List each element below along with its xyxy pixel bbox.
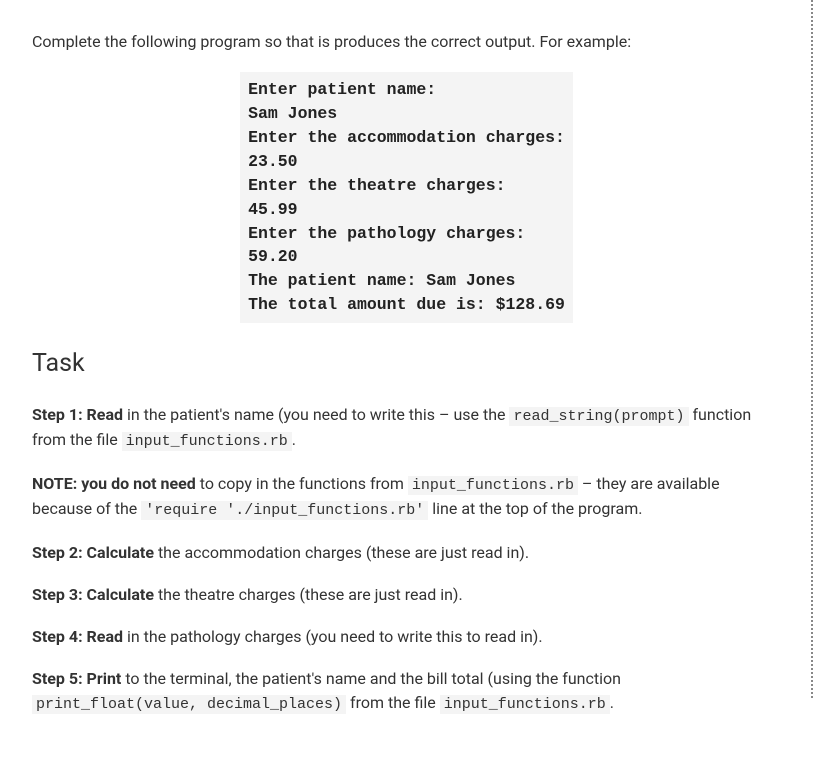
- step-2-text: the accommodation charges (these are jus…: [154, 543, 529, 562]
- note-label: NOTE: you do not need: [32, 474, 196, 493]
- step-5: Step 5: Print to the terminal, the patie…: [32, 667, 781, 717]
- step-1: Step 1: Read in the patient's name (you …: [32, 403, 781, 454]
- note-code-2: 'require './input_functions.rb': [141, 501, 428, 520]
- step-2-label: Step 2: Calculate: [32, 543, 154, 562]
- step-2: Step 2: Calculate the accommodation char…: [32, 541, 781, 565]
- step-4-text: in the pathology charges (you need to wr…: [123, 627, 543, 646]
- step-1-text-before: in the patient's name (you need to write…: [123, 405, 509, 424]
- step-1-code-2: input_functions.rb: [122, 432, 292, 451]
- step-1-code-1: read_string(prompt): [509, 407, 688, 426]
- step-5-text-before: to the terminal, the patient's name and …: [121, 669, 621, 688]
- note-text-before: to copy in the functions from: [196, 474, 408, 493]
- step-3-label: Step 3: Calculate: [32, 585, 154, 604]
- note-paragraph: NOTE: you do not need to copy in the fun…: [32, 472, 781, 523]
- step-5-label: Step 5: Print: [32, 669, 121, 688]
- step-5-text-after: .: [610, 693, 614, 712]
- step-4: Step 4: Read in the pathology charges (y…: [32, 625, 781, 649]
- task-heading: Task: [32, 345, 781, 383]
- step-3-text: the theatre charges (these are just read…: [154, 585, 463, 604]
- step-1-text-after: .: [292, 430, 296, 449]
- note-text-after: line at the top of the program.: [428, 499, 642, 518]
- step-1-label: Step 1: Read: [32, 405, 123, 424]
- intro-text: Complete the following program so that i…: [32, 30, 781, 54]
- step-5-text-mid: from the file: [346, 693, 440, 712]
- note-code-1: input_functions.rb: [408, 476, 578, 495]
- step-3: Step 3: Calculate the theatre charges (t…: [32, 583, 781, 607]
- example-output-block: Enter patient name: Sam Jones Enter the …: [240, 72, 573, 323]
- step-4-label: Step 4: Read: [32, 627, 123, 646]
